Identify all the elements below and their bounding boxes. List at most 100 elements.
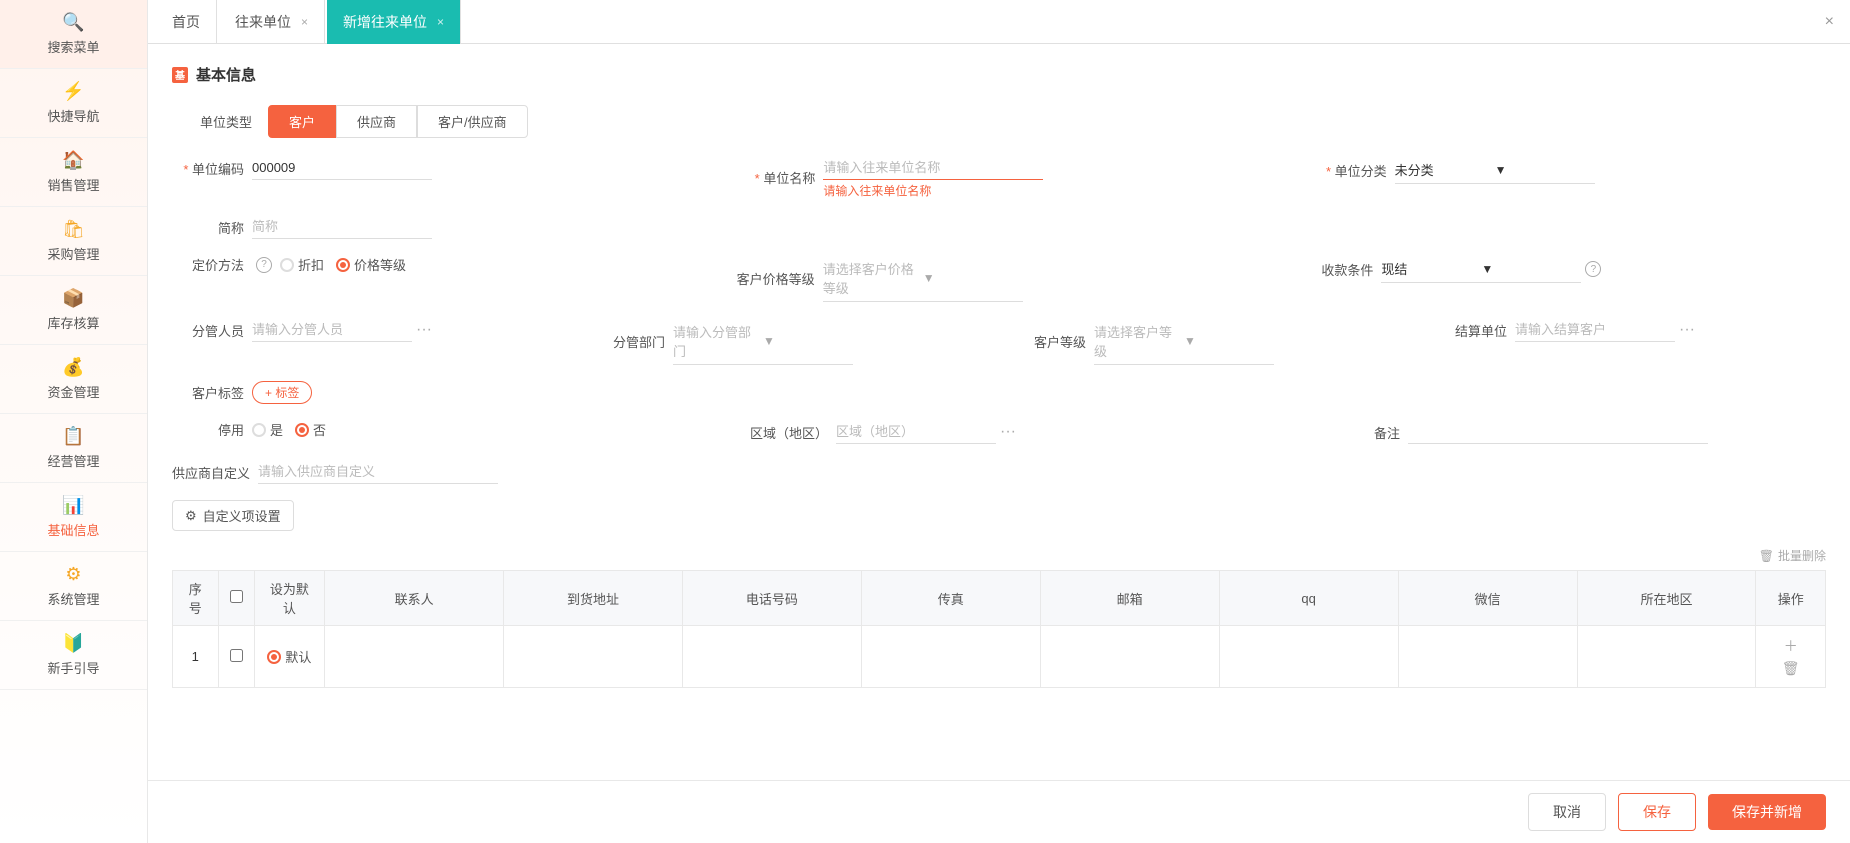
radio-discount-label: 折扣 (298, 255, 324, 274)
window-close-icon[interactable]: × (1825, 13, 1834, 31)
cancel-button[interactable]: 取消 (1528, 793, 1606, 831)
manager-more-btn[interactable]: ··· (416, 321, 432, 339)
unit-type-row: 单位类型 客户 供应商 客户/供应商 (172, 105, 1826, 138)
row-wechat[interactable] (1398, 626, 1577, 688)
unit-name-input[interactable] (823, 156, 1043, 180)
payment-terms-select[interactable]: 现结 ▼ (1381, 255, 1581, 283)
sidebar-item-basic[interactable]: 📊 基础信息 (0, 483, 147, 552)
pricing-method-radios: 折扣 价格等级 (280, 255, 406, 274)
sidebar-item-operations[interactable]: 📋 经营管理 (0, 414, 147, 483)
type-btn-supplier[interactable]: 供应商 (336, 105, 417, 138)
settlement-unit-input[interactable] (1515, 318, 1675, 342)
row-default: 默认 (254, 626, 325, 688)
save-button[interactable]: 保存 (1618, 793, 1696, 831)
radio-disabled-yes[interactable]: 是 (252, 420, 283, 439)
radio-disabled-no[interactable]: 否 (295, 420, 326, 439)
row-email[interactable] (1040, 626, 1219, 688)
row-delete-button[interactable]: 🗑 (1778, 658, 1804, 679)
region-input[interactable] (836, 420, 996, 444)
customer-level-select[interactable]: 请选择客户等级 ▼ (1094, 318, 1274, 365)
pricing-method-help[interactable]: ? (256, 257, 272, 273)
type-btn-customer[interactable]: 客户 (268, 105, 336, 138)
row-fax[interactable] (861, 626, 1040, 688)
sidebar-item-label: 销售管理 (47, 175, 99, 194)
region-more-btn[interactable]: ··· (1000, 423, 1016, 441)
customer-tags-field: 客户标签 + 标签 (172, 381, 1826, 404)
customer-price-level-select[interactable]: 请选择客户价格等级 ▼ (823, 255, 1023, 302)
custom-settings-button[interactable]: ⚙ 自定义项设置 (172, 500, 294, 531)
tab-new-partner-close[interactable]: × (437, 15, 444, 29)
basic-icon: 📊 (62, 495, 84, 516)
row-default-radio[interactable]: 默认 (265, 647, 315, 666)
form-row-4: 分管人员 ··· 分管部门 请输入分管部门 ▼ 客户等级 请选择客户等级 ▼ (172, 318, 1826, 365)
radio-price-level-circle (336, 258, 350, 272)
supplier-custom-label: 供应商自定义 (172, 463, 258, 482)
select-all-checkbox[interactable] (230, 590, 243, 603)
radio-disabled-yes-circle (252, 423, 266, 437)
col-wechat: 微信 (1398, 571, 1577, 626)
customer-price-level-arrow: ▼ (923, 271, 1023, 285)
supplier-custom-field: 供应商自定义 (172, 460, 1826, 484)
row-address[interactable] (504, 626, 683, 688)
row-checkbox-input[interactable] (230, 649, 243, 662)
row-checkbox[interactable] (218, 626, 254, 688)
payment-terms-help[interactable]: ? (1585, 261, 1601, 277)
col-area: 所在地区 (1577, 571, 1756, 626)
row-qq[interactable] (1219, 626, 1398, 688)
sidebar-item-sales[interactable]: 🏠 销售管理 (0, 138, 147, 207)
row-contact[interactable] (325, 626, 504, 688)
purchase-icon: 🛍 (62, 219, 85, 240)
row-phone[interactable] (682, 626, 861, 688)
department-select[interactable]: 请输入分管部门 ▼ (673, 318, 853, 365)
batch-delete-button[interactable]: 🗑 批量删除 (1759, 547, 1826, 564)
supplier-custom-input[interactable] (258, 460, 498, 484)
tab-partners[interactable]: 往来单位 × (219, 0, 325, 44)
sidebar-item-label: 系统管理 (47, 589, 99, 608)
settlement-unit-more-btn[interactable]: ··· (1679, 321, 1695, 339)
email-input[interactable] (1051, 649, 1209, 664)
row-area[interactable] (1577, 626, 1756, 688)
col-checkbox[interactable] (218, 571, 254, 626)
phone-input[interactable] (693, 649, 851, 664)
settlement-unit-label: 结算单位 (1435, 321, 1515, 340)
unit-code-input[interactable] (252, 156, 432, 180)
sidebar-item-search[interactable]: 🔍 搜索菜单 (0, 0, 147, 69)
radio-discount[interactable]: 折扣 (280, 255, 324, 274)
unit-category-label: 单位分类 (1315, 161, 1395, 180)
sidebar-item-quicknav[interactable]: ⚡ 快捷导航 (0, 69, 147, 138)
wechat-input[interactable] (1409, 649, 1567, 664)
sidebar-item-purchase[interactable]: 🛍 采购管理 (0, 207, 147, 276)
type-btn-both[interactable]: 客户/供应商 (417, 105, 528, 138)
remarks-field: 备注 (1328, 420, 1826, 444)
manager-field: 分管人员 ··· (172, 318, 563, 342)
unit-type-label: 单位类型 (172, 112, 252, 131)
unit-name-field: 单位名称 请输入往来单位名称 (743, 156, 1254, 199)
save-new-button[interactable]: 保存并新增 (1708, 794, 1826, 830)
qq-input[interactable] (1230, 649, 1388, 664)
address-input[interactable] (514, 649, 672, 664)
sidebar-item-guide[interactable]: 🔰 新手引导 (0, 621, 147, 690)
remarks-input[interactable] (1408, 420, 1708, 444)
add-tag-button[interactable]: + 标签 (252, 381, 312, 404)
area-input[interactable] (1588, 649, 1746, 664)
radio-price-level[interactable]: 价格等级 (336, 255, 406, 274)
sidebar-item-inventory[interactable]: 📦 库存核算 (0, 276, 147, 345)
tab-home[interactable]: 首页 (156, 0, 217, 44)
row-add-button[interactable]: ＋ (1780, 634, 1802, 658)
tab-partners-close[interactable]: × (301, 15, 308, 29)
custom-settings-label: 自定义项设置 (203, 506, 281, 525)
customer-level-placeholder: 请选择客户等级 (1094, 322, 1184, 360)
customer-level-arrow: ▼ (1184, 334, 1274, 348)
contact-input[interactable] (335, 649, 493, 664)
tab-home-label: 首页 (172, 12, 200, 32)
manager-input[interactable] (252, 318, 412, 342)
sidebar-item-system[interactable]: ⚙ 系统管理 (0, 552, 147, 621)
col-fax: 传真 (861, 571, 1040, 626)
col-phone: 电话号码 (682, 571, 861, 626)
unit-category-select[interactable]: 未分类 ▼ (1395, 156, 1595, 184)
abbreviation-input[interactable] (252, 215, 432, 239)
row-seq: 1 (173, 626, 219, 688)
fax-input[interactable] (872, 649, 1030, 664)
tab-new-partner[interactable]: 新增往来单位 × (327, 0, 461, 44)
sidebar-item-finance[interactable]: 💰 资金管理 (0, 345, 147, 414)
